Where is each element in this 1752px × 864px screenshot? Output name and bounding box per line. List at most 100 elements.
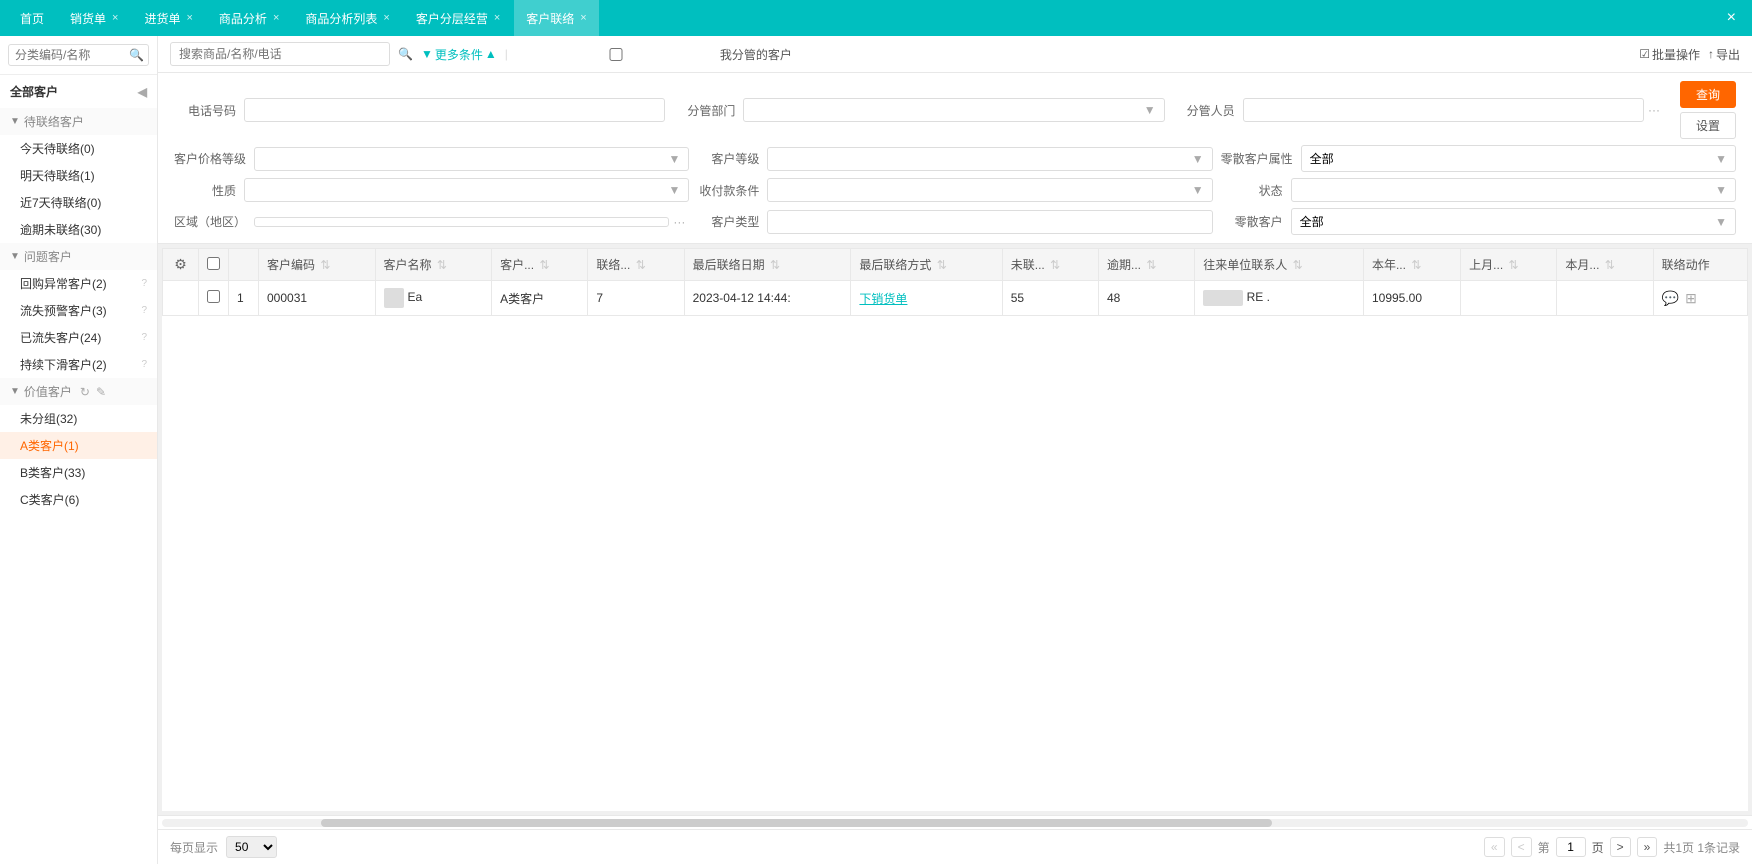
tab-home[interactable]: 首页 <box>8 0 56 36</box>
last-page-btn[interactable]: » <box>1637 837 1658 857</box>
payment-select[interactable]: ▼ <box>767 178 1212 202</box>
first-page-btn[interactable]: « <box>1484 837 1505 857</box>
td-settings <box>163 281 199 316</box>
tab-purchase-order[interactable]: 进货单 × <box>132 0 204 36</box>
retail-customer-select[interactable]: 全部 ▼ <box>1291 208 1736 235</box>
sidebar-search-input[interactable] <box>8 44 149 66</box>
section-problem-customer[interactable]: ▼ 问题客户 <box>0 243 157 270</box>
customer-level-select[interactable]: ▼ <box>767 147 1212 171</box>
close-product-analysis-list-icon[interactable]: × <box>383 12 389 24</box>
sidebar-item-today-pending[interactable]: 今天待联络(0) <box>0 135 157 162</box>
field-customer-type: 客户类型 <box>697 210 1212 234</box>
status-select[interactable]: ▼ <box>1291 178 1736 202</box>
retail-attr-select[interactable]: 全部 ▼ <box>1301 145 1736 172</box>
table-settings-icon[interactable]: ⚙ <box>174 256 187 272</box>
customer-table: ⚙ 客户编码 ⇅ 客户名称 ⇅ 客户... ⇅ 联络... ⇅ 最后联络日期 ⇅… <box>162 248 1748 316</box>
sidebar-item-unclassified[interactable]: 未分组(32) <box>0 405 157 432</box>
nature-select[interactable]: ▼ <box>244 178 689 202</box>
sidebar-item-tomorrow-pending[interactable]: 明天待联络(1) <box>0 162 157 189</box>
sidebar-item-class-c[interactable]: C类客户(6) <box>0 486 157 513</box>
tab-customer-contact[interactable]: 客户联络 × <box>514 0 598 36</box>
page-size-label: 每页显示 <box>170 839 218 856</box>
sidebar-item-class-a[interactable]: A类客户(1) <box>0 432 157 459</box>
manager-dots[interactable]: ··· <box>1644 103 1664 117</box>
edit-value-icon[interactable]: ✎ <box>96 385 106 399</box>
adv-filter-row-1: 电话号码 分管部门 ▼ 分管人员 ··· 查询 设置 <box>174 81 1736 139</box>
adv-filter-row-4: 区域（地区） ··· 客户类型 零散客户 全部 ▼ <box>174 208 1736 235</box>
close-purchase-order-icon[interactable]: × <box>186 12 192 24</box>
field-manager: 分管人员 ··· <box>1173 98 1664 122</box>
adv-filter-row-2: 客户价格等级 ▼ 客户等级 ▼ 零散客户属性 全部 <box>174 145 1736 172</box>
th-action: 联络动作 <box>1653 249 1747 281</box>
section-pending-contact[interactable]: ▼ 待联络客户 <box>0 108 157 135</box>
action-buttons: 查询 设置 <box>1680 81 1736 139</box>
sidebar-item-repurchase-abnormal[interactable]: 回购异常客户(2) ? <box>0 270 157 297</box>
row-checkbox[interactable] <box>207 290 220 303</box>
manager-input[interactable] <box>1243 98 1644 122</box>
th-seq <box>229 249 259 281</box>
grid-action-icon[interactable]: ⊞ <box>1685 290 1697 307</box>
payment-arrow: ▼ <box>1192 183 1204 197</box>
tab-product-analysis[interactable]: 商品分析 × <box>207 0 291 36</box>
price-level-select[interactable]: ▼ <box>254 147 689 171</box>
price-level-arrow: ▼ <box>668 152 680 166</box>
td-this-year: 10995.00 <box>1363 281 1460 316</box>
search-input[interactable] <box>170 42 390 66</box>
refresh-value-icon[interactable]: ↻ <box>80 385 90 399</box>
sidebar-item-loss-warning[interactable]: 流失预警客户(3) ? <box>0 297 157 324</box>
page-size-select[interactable]: 50 10 20 100 <box>226 836 277 858</box>
more-filter-btn[interactable]: ▼ 更多条件 ▲ <box>421 46 497 63</box>
th-code: 客户编码 ⇅ <box>259 249 376 281</box>
unit-contact-placeholder <box>1203 290 1243 306</box>
help-declining-icon[interactable]: ? <box>141 359 147 370</box>
sidebar-item-class-b[interactable]: B类客户(33) <box>0 459 157 486</box>
close-customer-contact-icon[interactable]: × <box>580 12 586 24</box>
sidebar-all-customers[interactable]: 全部客户 ◀ <box>0 75 157 108</box>
th-name: 客户名称 ⇅ <box>375 249 492 281</box>
settings-button[interactable]: 设置 <box>1680 112 1736 139</box>
sidebar-item-7days-pending[interactable]: 近7天待联络(0) <box>0 189 157 216</box>
td-code: 000031 <box>259 281 376 316</box>
region-dots[interactable]: ··· <box>669 215 689 229</box>
sidebar-search-icon[interactable]: 🔍 <box>129 48 144 62</box>
tab-product-analysis-list[interactable]: 商品分析列表 × <box>293 0 401 36</box>
my-customer-checkbox[interactable] <box>516 48 716 61</box>
next-page-btn[interactable]: > <box>1610 837 1631 857</box>
customer-type-input[interactable] <box>767 210 1212 234</box>
th-last-month: 上月... ⇅ <box>1461 249 1557 281</box>
close-customer-segment-icon[interactable]: × <box>494 12 500 24</box>
content-area: 🔍 ▼ 更多条件 ▲ | 我分管的客户 ☑ 批量操作 ↑ 导出 <box>158 36 1752 864</box>
tab-customer-segment[interactable]: 客户分层经营 × <box>404 0 512 36</box>
phone-input[interactable] <box>244 98 665 122</box>
close-all-tabs-icon[interactable]: × <box>1719 5 1744 31</box>
sidebar-item-overdue-pending[interactable]: 逾期未联络(30) <box>0 216 157 243</box>
page-input[interactable] <box>1556 837 1586 857</box>
sidebar-collapse-icon[interactable]: ◀ <box>138 85 147 99</box>
help-loss-warning-icon[interactable]: ? <box>141 305 147 316</box>
help-repurchase-icon[interactable]: ? <box>141 278 147 289</box>
contact-way-link[interactable]: 下销货单 <box>859 292 907 306</box>
sidebar-item-declining[interactable]: 持续下滑客户(2) ? <box>0 351 157 378</box>
sidebar-item-lost[interactable]: 已流失客户(24) ? <box>0 324 157 351</box>
help-lost-icon[interactable]: ? <box>141 332 147 343</box>
close-product-analysis-icon[interactable]: × <box>273 12 279 24</box>
th-checkbox <box>199 249 229 281</box>
field-customer-level: 客户等级 ▼ <box>697 147 1212 171</box>
filter-search-icon[interactable]: 🔍 <box>398 47 413 61</box>
dept-select[interactable]: ▼ <box>743 98 1164 122</box>
section-value-customer[interactable]: ▼ 价值客户 ↻ ✎ <box>0 378 157 405</box>
prev-page-btn[interactable]: < <box>1511 837 1532 857</box>
my-customer-checkbox-label[interactable]: 我分管的客户 <box>516 46 792 63</box>
th-settings: ⚙ <box>163 249 199 281</box>
export-btn[interactable]: ↑ 导出 <box>1708 46 1740 63</box>
chat-action-icon[interactable]: 💬 <box>1662 290 1679 307</box>
filter-bar: 🔍 ▼ 更多条件 ▲ | 我分管的客户 ☑ 批量操作 ↑ 导出 <box>158 36 1752 73</box>
region-select[interactable] <box>254 217 669 227</box>
select-all-checkbox[interactable] <box>207 257 220 270</box>
query-button[interactable]: 查询 <box>1680 81 1736 108</box>
batch-op-btn[interactable]: ☑ 批量操作 <box>1639 46 1700 63</box>
close-sales-order-icon[interactable]: × <box>112 12 118 24</box>
tab-sales-order[interactable]: 销货单 × <box>58 0 130 36</box>
th-type: 客户... ⇅ <box>492 249 588 281</box>
horizontal-scrollbar[interactable] <box>158 815 1752 829</box>
